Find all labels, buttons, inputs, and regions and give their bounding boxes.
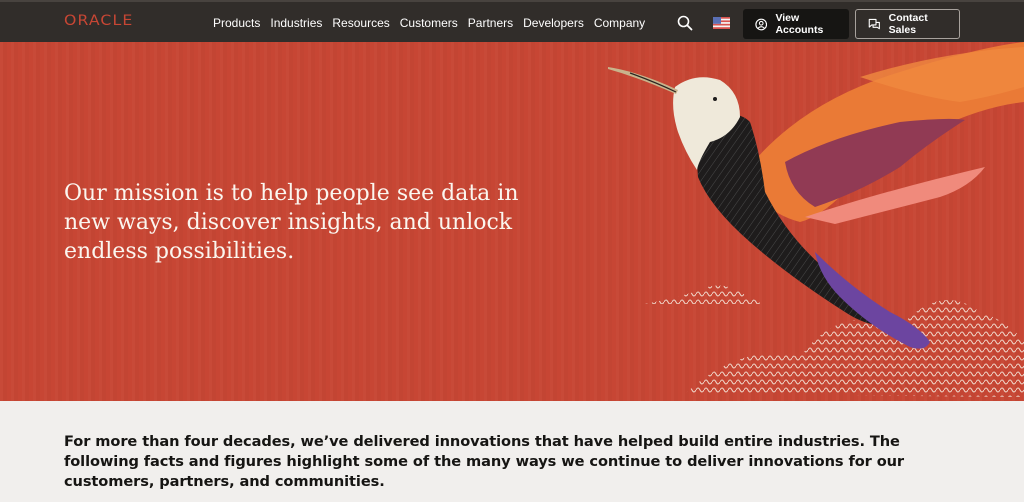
nav-link-company[interactable]: Company	[594, 16, 645, 30]
nav-link-customers[interactable]: Customers	[400, 16, 458, 30]
contact-sales-button[interactable]: Contact Sales	[855, 9, 960, 39]
mission-statement: Our mission is to help people see data i…	[64, 181, 519, 264]
cloud-small	[645, 285, 762, 304]
us-flag-icon[interactable]	[713, 17, 730, 29]
user-circle-icon	[755, 18, 768, 30]
nav-link-partners[interactable]: Partners	[468, 16, 513, 30]
nav-link-industries[interactable]: Industries	[270, 16, 322, 30]
nav-link-resources[interactable]: Resources	[332, 16, 389, 30]
view-accounts-label: View Accounts	[775, 12, 824, 36]
nav-link-products[interactable]: Products	[213, 16, 260, 30]
hummingbird-illustration	[608, 42, 1024, 397]
oracle-logo[interactable]: ORACLE	[64, 13, 133, 29]
view-accounts-button[interactable]: View Accounts	[743, 9, 849, 39]
nav-link-developers[interactable]: Developers	[523, 16, 584, 30]
contact-sales-label: Contact Sales	[888, 12, 928, 36]
hero-banner: Our mission is to help people see data i…	[0, 42, 1024, 401]
search-icon[interactable]	[677, 15, 693, 31]
top-navigation: ORACLE Products Industries Resources Cus…	[0, 0, 1024, 42]
main-menu: Products Industries Resources Customers …	[213, 16, 645, 30]
chat-bubbles-icon	[868, 18, 880, 29]
intro-paragraph: For more than four decades, we’ve delive…	[64, 433, 905, 490]
